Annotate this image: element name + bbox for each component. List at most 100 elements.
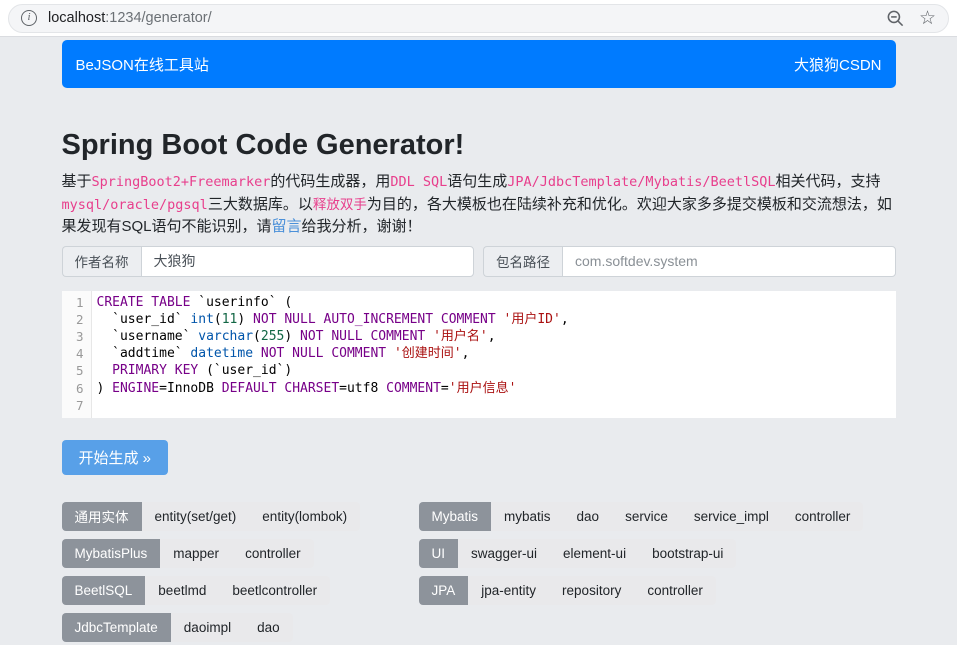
code-token: ENGINE <box>112 381 159 396</box>
code-token: =InnoDB <box>159 381 222 396</box>
template-group-row: BeetlSQLbeetlmdbeetlcontroller <box>62 576 419 605</box>
url-text[interactable]: localhost:1234/generator/ <box>48 10 212 26</box>
code-token: ) <box>284 329 300 344</box>
template-group-row: MybatisPlusmappercontroller <box>62 539 419 568</box>
line-number: 5 <box>62 362 91 379</box>
template-option-button[interactable]: mapper <box>160 539 232 568</box>
code-line[interactable]: CREATE TABLE `userinfo` ( <box>97 294 896 311</box>
editor-code[interactable]: CREATE TABLE `userinfo` ( `user_id` int(… <box>92 291 896 418</box>
template-option-button[interactable]: dao <box>564 502 613 531</box>
template-option-button[interactable]: mybatis <box>491 502 564 531</box>
group-label-button[interactable]: BeetlSQL <box>62 576 146 605</box>
template-option-button[interactable]: bootstrap-ui <box>639 539 736 568</box>
code-token: datetime <box>190 346 253 361</box>
address-bar[interactable]: i localhost:1234/generator/ ☆ <box>8 4 949 33</box>
sql-editor[interactable]: 1234567 CREATE TABLE `userinfo` ( `user_… <box>62 291 896 418</box>
description-text: 相关代码，支持 <box>775 173 880 190</box>
template-groups-left: 通用实体entity(set/get)entity(lombok) Mybatis… <box>62 502 419 645</box>
navbar-csdn-link[interactable]: 大狼狗CSDN <box>794 54 882 75</box>
package-input[interactable] <box>562 246 896 277</box>
browser-toolbar: i localhost:1234/generator/ ☆ <box>0 0 957 37</box>
code-line[interactable]: `addtime` datetime NOT NULL COMMENT '创建时… <box>97 345 896 362</box>
code-span: 释放双手 <box>313 197 367 213</box>
line-number: 3 <box>62 328 91 345</box>
package-label: 包名路径 <box>483 246 562 277</box>
code-span: JPA/JdbcTemplate/Mybatis/BeetlSQL <box>507 174 775 190</box>
feedback-link[interactable]: 留言 <box>272 218 302 235</box>
code-line[interactable]: `user_id` int(11) NOT NULL AUTO_INCREMEN… <box>97 311 896 328</box>
author-label: 作者名称 <box>62 246 141 277</box>
description-text: 三大数据库。以 <box>208 196 313 213</box>
line-number: 1 <box>62 294 91 311</box>
line-number: 2 <box>62 311 91 328</box>
page-background: BeJSON在线工具站 大狼狗CSDN Spring Boot Code Gen… <box>0 37 957 645</box>
code-token <box>496 312 504 327</box>
template-group: JPAjpa-entityrepositorycontroller <box>419 576 716 605</box>
form-row: 作者名称 包名路径 <box>62 246 896 277</box>
code-span: SpringBoot2+Freemarker <box>92 174 271 190</box>
group-label-button[interactable]: 通用实体 <box>62 502 142 531</box>
code-token: CREATE TABLE <box>97 295 191 310</box>
group-label-button[interactable]: Mybatis <box>419 502 492 531</box>
template-option-button[interactable]: service_impl <box>681 502 782 531</box>
template-option-button[interactable]: entity(set/get) <box>142 502 250 531</box>
group-label-button[interactable]: UI <box>419 539 459 568</box>
zoom-out-icon[interactable] <box>886 9 905 28</box>
bookmark-star-icon[interactable]: ☆ <box>919 7 936 30</box>
code-token: NOT NULL COMMENT <box>261 346 386 361</box>
template-option-button[interactable]: controller <box>634 576 716 605</box>
template-option-button[interactable]: service <box>612 502 681 531</box>
template-option-button[interactable]: element-ui <box>550 539 639 568</box>
code-span: mysql/oracle/pgsql <box>62 197 208 213</box>
author-input[interactable] <box>141 246 475 277</box>
code-token: '用户名' <box>433 329 488 344</box>
code-token <box>253 346 261 361</box>
code-token <box>97 363 113 378</box>
code-token: ( <box>214 312 222 327</box>
template-group-row: 通用实体entity(set/get)entity(lombok) <box>62 502 419 531</box>
template-option-button[interactable]: controller <box>232 539 314 568</box>
code-token: 255 <box>261 329 284 344</box>
template-option-button[interactable]: entity(lombok) <box>249 502 360 531</box>
code-token: , <box>462 346 470 361</box>
code-token: `username` <box>97 329 199 344</box>
code-line[interactable] <box>97 397 896 414</box>
code-line[interactable]: ) ENGINE=InnoDB DEFAULT CHARSET=utf8 COM… <box>97 380 896 397</box>
code-token: `user_id` <box>97 312 191 327</box>
group-label-button[interactable]: JdbcTemplate <box>62 613 171 642</box>
template-option-button[interactable]: daoimpl <box>171 613 244 642</box>
code-token: , <box>488 329 496 344</box>
code-token: `userinfo` ( <box>190 295 292 310</box>
code-token: '用户信息' <box>449 381 517 396</box>
generate-button[interactable]: 开始生成 » <box>62 440 169 475</box>
code-line[interactable]: `username` varchar(255) NOT NULL COMMENT… <box>97 328 896 345</box>
navbar-brand-link[interactable]: BeJSON在线工具站 <box>76 54 209 75</box>
template-group: BeetlSQLbeetlmdbeetlcontroller <box>62 576 331 605</box>
group-label-button[interactable]: MybatisPlus <box>62 539 161 568</box>
template-group: UIswagger-uielement-uibootstrap-ui <box>419 539 737 568</box>
code-token: varchar <box>198 329 253 344</box>
page-title: Spring Boot Code Generator! <box>62 129 896 162</box>
code-line[interactable]: PRIMARY KEY (`user_id`) <box>97 362 896 379</box>
group-label-button[interactable]: JPA <box>419 576 469 605</box>
template-option-button[interactable]: repository <box>549 576 634 605</box>
template-option-button[interactable]: dao <box>244 613 293 642</box>
url-path: :1234/generator/ <box>105 10 211 26</box>
code-token: DEFAULT CHARSET <box>222 381 339 396</box>
template-option-button[interactable]: beetlmd <box>145 576 219 605</box>
page-info-icon[interactable]: i <box>21 10 37 26</box>
url-host: localhost <box>48 10 105 26</box>
template-group-row: Mybatismybatisdaoserviceservice_implcont… <box>419 502 896 531</box>
template-option-button[interactable]: swagger-ui <box>458 539 550 568</box>
code-token: , <box>561 312 569 327</box>
author-input-group: 作者名称 <box>62 246 475 277</box>
code-token: int <box>190 312 213 327</box>
code-token: ) <box>237 312 253 327</box>
template-group-row: UIswagger-uielement-uibootstrap-ui <box>419 539 896 568</box>
template-option-button[interactable]: controller <box>782 502 864 531</box>
template-group-row: JdbcTemplatedaoimpldao <box>62 613 419 642</box>
template-option-button[interactable]: beetlcontroller <box>219 576 330 605</box>
code-token: ( <box>253 329 261 344</box>
description-text: 的代码生成器，用 <box>270 173 390 190</box>
template-option-button[interactable]: jpa-entity <box>468 576 549 605</box>
